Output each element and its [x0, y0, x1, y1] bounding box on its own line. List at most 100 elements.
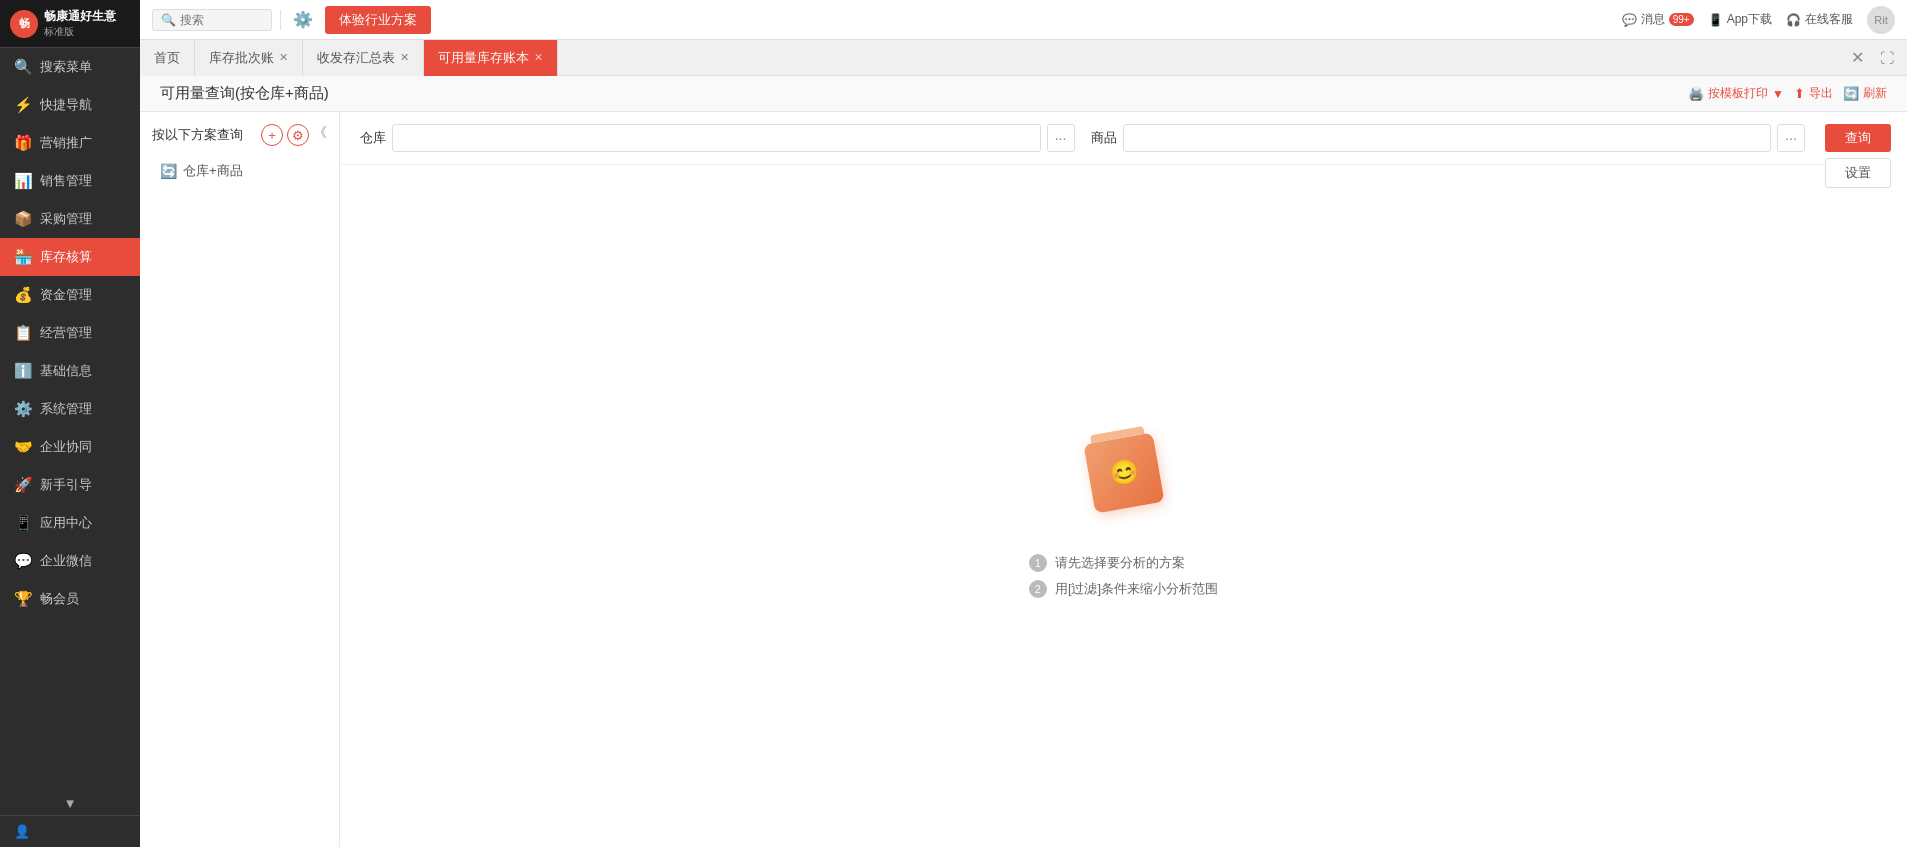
tabs-right-controls: ✕ ⛶ [1837, 40, 1907, 76]
sidebar-nav: 🔍 搜索菜单 ⚡ 快捷导航 🎁 营销推广 📊 销售管理 📦 采购管理 🏪 库存核… [0, 48, 140, 791]
query-fields: 仓库 ··· 商品 ··· [340, 112, 1825, 165]
gear-icon: ⚙️ [14, 400, 32, 418]
product-label: 商品 [1091, 129, 1117, 147]
refresh-button[interactable]: 🔄 刷新 [1843, 85, 1887, 102]
tip-text-2: 用[过滤]条件来缩小分析范围 [1055, 580, 1218, 598]
avatar-text: Rit [1874, 14, 1887, 26]
tab-collect-summary-label: 收发存汇总表 [317, 49, 395, 67]
empty-tip-1: 1 请先选择要分析的方案 [1029, 554, 1218, 572]
tab-collect-summary[interactable]: 收发存汇总表 ✕ [303, 40, 424, 76]
tab-expand-button[interactable]: ⛶ [1875, 46, 1899, 70]
tab-batch-account[interactable]: 库存批次账 ✕ [195, 40, 303, 76]
tab-batch-account-label: 库存批次账 [209, 49, 274, 67]
sidebar-item-enterprise[interactable]: 🤝 企业协同 [0, 428, 140, 466]
print-template-button[interactable]: 🖨️ 按模板打印 ▼ [1688, 85, 1784, 102]
filter-panel-icons: + ⚙ 《 [261, 124, 327, 146]
sidebar-item-shortcut[interactable]: ⚡ 快捷导航 [0, 86, 140, 124]
sidebar-item-label: 资金管理 [40, 286, 92, 304]
filter-item-warehouse-product[interactable]: 🔄 仓库+商品 [152, 156, 327, 186]
sidebar-item-search[interactable]: 🔍 搜索菜单 [0, 48, 140, 86]
sidebar-item-label: 畅会员 [40, 590, 79, 608]
print-icon: 🖨️ [1688, 86, 1704, 101]
empty-tips: 1 请先选择要分析的方案 2 用[过滤]条件来缩小分析范围 [1029, 554, 1218, 598]
query-panel: 仓库 ··· 商品 ··· 查询 设置 [340, 112, 1907, 847]
main-area: 🔍 ⚙️ 体验行业方案 💬 消息 99+ 📱 App下载 🎧 在线客服 Rit [140, 0, 1907, 847]
filter-add-button[interactable]: + [261, 124, 283, 146]
search-input[interactable] [180, 13, 260, 27]
avatar[interactable]: Rit [1867, 6, 1895, 34]
box-icon: 📦 [14, 210, 32, 228]
sidebar-item-operations[interactable]: 📋 经营管理 [0, 314, 140, 352]
content-area: 按以下方案查询 + ⚙ 《 🔄 仓库+商品 仓库 ··· [140, 112, 1907, 847]
app-download-label: App下载 [1727, 11, 1772, 28]
sidebar-item-inventory[interactable]: 🏪 库存核算 [0, 238, 140, 276]
trophy-icon: 🏆 [14, 590, 32, 608]
sidebar-item-marketing[interactable]: 🎁 营销推广 [0, 124, 140, 162]
query-action-buttons: 查询 设置 [1825, 112, 1907, 188]
topbar-search-box[interactable]: 🔍 [152, 9, 272, 31]
sidebar-item-basic[interactable]: ℹ️ 基础信息 [0, 352, 140, 390]
sidebar-item-system[interactable]: ⚙️ 系统管理 [0, 390, 140, 428]
tab-batch-account-close[interactable]: ✕ [279, 52, 288, 63]
filter-collapse-button[interactable]: 《 [313, 124, 327, 146]
handshake-icon: 🤝 [14, 438, 32, 456]
sidebar-item-label: 基础信息 [40, 362, 92, 380]
message-group[interactable]: 💬 消息 99+ [1622, 11, 1694, 28]
export-label: 导出 [1809, 85, 1833, 102]
sidebar-scroll-down[interactable]: ▼ [0, 791, 140, 815]
tab-available-ledger-close[interactable]: ✕ [534, 52, 543, 63]
sidebar-title: 畅康通好生意 [44, 8, 116, 25]
sidebar-bottom[interactable]: 👤 [0, 815, 140, 847]
mobile-icon: 📱 [14, 514, 32, 532]
trial-button[interactable]: 体验行业方案 [325, 6, 431, 34]
empty-box-graphic [1083, 432, 1164, 513]
warehouse-label: 仓库 [360, 129, 386, 147]
settings-icon[interactable]: ⚙️ [289, 6, 317, 33]
export-button[interactable]: ⬆ 导出 [1794, 85, 1833, 102]
warehouse-dots-button[interactable]: ··· [1047, 124, 1075, 152]
tab-available-ledger-label: 可用量库存账本 [438, 49, 529, 67]
query-settings-button[interactable]: 设置 [1825, 158, 1891, 188]
empty-state: 1 请先选择要分析的方案 2 用[过滤]条件来缩小分析范围 [340, 188, 1907, 847]
online-service-label: 在线客服 [1805, 11, 1853, 28]
page-header: 可用量查询(按仓库+商品) 🖨️ 按模板打印 ▼ ⬆ 导出 🔄 刷新 [140, 76, 1907, 112]
tab-close-all-button[interactable]: ✕ [1845, 46, 1869, 70]
chart-icon: 📊 [14, 172, 32, 190]
print-label: 按模板打印 [1708, 85, 1768, 102]
app-download-group[interactable]: 📱 App下载 [1708, 11, 1772, 28]
sync-icon: 🔄 [160, 163, 177, 179]
topbar: 🔍 ⚙️ 体验行业方案 💬 消息 99+ 📱 App下载 🎧 在线客服 Rit [140, 0, 1907, 40]
product-dots-button[interactable]: ··· [1777, 124, 1805, 152]
sidebar-item-member[interactable]: 🏆 畅会员 [0, 580, 140, 618]
message-badge: 99+ [1669, 13, 1694, 26]
sidebar-item-wechat[interactable]: 💬 企业微信 [0, 542, 140, 580]
sidebar-logo: 畅 [10, 10, 38, 38]
page-header-actions: 🖨️ 按模板打印 ▼ ⬆ 导出 🔄 刷新 [1688, 85, 1887, 102]
sidebar: 畅 畅康通好生意 标准版 🔍 搜索菜单 ⚡ 快捷导航 🎁 营销推广 📊 销售管理… [0, 0, 140, 847]
sidebar-item-sales[interactable]: 📊 销售管理 [0, 162, 140, 200]
store-icon: 🏪 [14, 248, 32, 266]
search-icon: 🔍 [14, 58, 32, 76]
tab-home[interactable]: 首页 [140, 40, 195, 76]
query-button[interactable]: 查询 [1825, 124, 1891, 152]
warehouse-input[interactable] [392, 124, 1041, 152]
sidebar-item-apps[interactable]: 📱 应用中心 [0, 504, 140, 542]
sidebar-item-purchase[interactable]: 📦 采购管理 [0, 200, 140, 238]
tab-available-ledger[interactable]: 可用量库存账本 ✕ [424, 40, 558, 76]
chevron-down-icon[interactable]: ▼ [1772, 87, 1784, 101]
online-service-group[interactable]: 🎧 在线客服 [1786, 11, 1853, 28]
filter-settings-button[interactable]: ⚙ [287, 124, 309, 146]
sidebar-item-label: 采购管理 [40, 210, 92, 228]
product-input[interactable] [1123, 124, 1772, 152]
tab-collect-summary-close[interactable]: ✕ [400, 52, 409, 63]
lightning-icon: ⚡ [14, 96, 32, 114]
tabs-bar: 首页 库存批次账 ✕ 收发存汇总表 ✕ 可用量库存账本 ✕ ✕ ⛶ [140, 40, 1907, 76]
chat-icon: 💬 [14, 552, 32, 570]
page-title: 可用量查询(按仓库+商品) [160, 84, 329, 103]
headset-icon: 🎧 [1786, 13, 1801, 27]
money-icon: 💰 [14, 286, 32, 304]
filter-item-label: 仓库+商品 [183, 162, 243, 180]
topbar-right: 💬 消息 99+ 📱 App下载 🎧 在线客服 Rit [1622, 6, 1895, 34]
sidebar-item-guide[interactable]: 🚀 新手引导 [0, 466, 140, 504]
sidebar-item-finance[interactable]: 💰 资金管理 [0, 276, 140, 314]
